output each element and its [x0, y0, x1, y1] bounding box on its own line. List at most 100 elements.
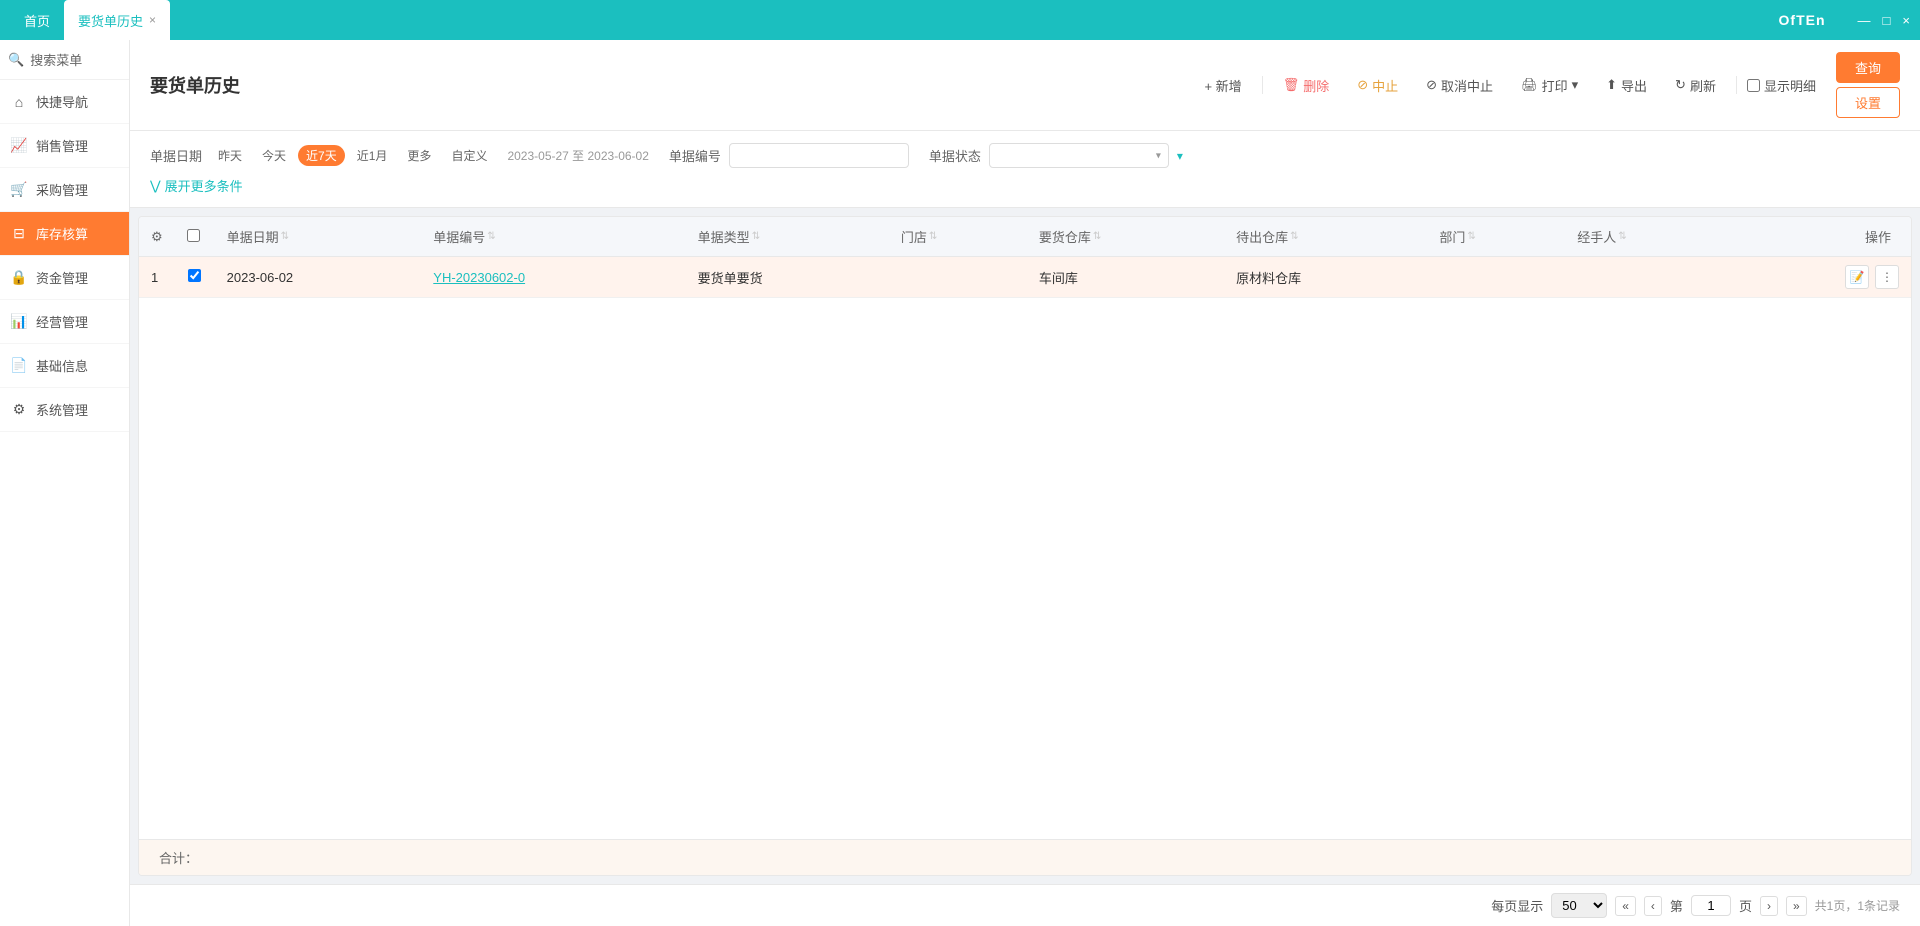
- new-button[interactable]: + 新增: [1194, 71, 1251, 100]
- custom-shortcut[interactable]: 自定义: [443, 145, 495, 166]
- page-size-select[interactable]: 50 10 20 100: [1551, 893, 1607, 918]
- sidebar-item-system-mgmt[interactable]: ⚙ 系统管理: [0, 388, 129, 432]
- td-doc-number[interactable]: YH-20230602-0: [421, 257, 685, 298]
- window-controls: OfTEn — □ ×: [1779, 12, 1910, 28]
- sidebar-item-label: 采购管理: [36, 180, 88, 199]
- status-select-wrap: [989, 143, 1169, 168]
- td-doc-date: 2023-06-02: [215, 257, 422, 298]
- doc-number-input[interactable]: [729, 143, 909, 168]
- sidebar-item-sales-mgmt[interactable]: 📈 销售管理: [0, 124, 129, 168]
- th-pending-warehouse: 待出仓库: [1224, 217, 1427, 257]
- gear-icon[interactable]: ⚙: [151, 229, 163, 244]
- page-title: 要货单历史: [150, 72, 240, 98]
- td-num: 1: [139, 257, 175, 298]
- sort-req-warehouse[interactable]: 要货仓库: [1039, 227, 1212, 246]
- page-size-label: 每页显示: [1491, 896, 1543, 915]
- search-label: 搜索菜单: [30, 50, 82, 69]
- toolbar: + 新增 🗑 删除 ⊘ 中止 ⊘ 取消中止 🖨 打印 ▾: [1194, 52, 1900, 118]
- sort-doc-type[interactable]: 单据类型: [698, 227, 877, 246]
- brand-label: OfTEn: [1779, 12, 1826, 28]
- sidebar-item-finance-mgmt[interactable]: 🔒 资金管理: [0, 256, 129, 300]
- more-shortcut[interactable]: 更多: [399, 145, 439, 166]
- sidebar-item-quick-nav[interactable]: ⌂ 快捷导航: [0, 80, 129, 124]
- sort-store[interactable]: 门店: [901, 227, 1015, 246]
- prev-page-btn[interactable]: ‹: [1644, 896, 1662, 916]
- row-checkbox[interactable]: [188, 269, 201, 282]
- sidebar-item-ops-mgmt[interactable]: 📊 经营管理: [0, 300, 129, 344]
- window-close-btn[interactable]: ×: [1902, 13, 1910, 28]
- sort-department[interactable]: 部门: [1439, 227, 1553, 246]
- yesterday-shortcut[interactable]: 昨天: [210, 145, 250, 166]
- pagination: 每页显示 50 10 20 100 « ‹ 第 页 › » 共1页，1条记录: [130, 884, 1920, 926]
- td-doc-type: 要货单要货: [686, 257, 889, 298]
- expand-label: 展开更多条件: [165, 176, 243, 195]
- doc-number-label: 单据编号: [669, 146, 721, 165]
- sidebar-item-inventory[interactable]: ⊟ 库存核算: [0, 212, 129, 256]
- th-doc-type: 单据类型: [686, 217, 889, 257]
- delete-icon: 🗑: [1283, 77, 1300, 93]
- row-more-btn[interactable]: ⋮: [1875, 265, 1899, 289]
- display-detail-checkbox[interactable]: [1747, 79, 1760, 92]
- home-icon: ⌂: [10, 94, 28, 110]
- page-input-prefix: 第: [1670, 896, 1683, 915]
- window-min-btn[interactable]: —: [1858, 13, 1871, 28]
- tab-requisition-history[interactable]: 要货单历史 ×: [64, 0, 170, 40]
- setting-button[interactable]: 设置: [1836, 87, 1900, 118]
- sidebar-item-label: 经营管理: [36, 312, 88, 331]
- sidebar-item-label: 系统管理: [36, 400, 88, 419]
- print-button[interactable]: 🖨 打印 ▾: [1511, 71, 1588, 100]
- last-page-btn[interactable]: »: [1786, 896, 1807, 916]
- delete-button[interactable]: 🗑 删除: [1273, 71, 1340, 100]
- print-dropdown-icon: ▾: [1572, 77, 1579, 93]
- filter-area: 单据日期 昨天 今天 近7天 近1月 更多 自定义 2023-05-27 至 2…: [130, 131, 1920, 208]
- window-max-btn[interactable]: □: [1883, 13, 1891, 28]
- date-filter-group: 单据日期 昨天 今天 近7天 近1月 更多 自定义 2023-05-27 至 2…: [150, 145, 649, 166]
- page-number-input[interactable]: [1691, 895, 1731, 916]
- finance-icon: 🔒: [10, 269, 28, 286]
- table-empty-space: [139, 298, 1911, 839]
- sales-icon: 📈: [10, 137, 28, 154]
- sidebar-item-label: 快捷导航: [36, 92, 88, 111]
- cancel-stop-button[interactable]: ⊘ 取消中止: [1416, 71, 1503, 100]
- last-month-shortcut[interactable]: 近1月: [349, 145, 396, 166]
- sidebar-search[interactable]: 🔍 搜索菜单: [0, 40, 129, 80]
- sort-doc-number[interactable]: 单据编号: [433, 227, 673, 246]
- row-edit-btn[interactable]: 📝: [1845, 265, 1869, 289]
- th-handler: 经手人: [1565, 217, 1733, 257]
- action-btns: 📝 ⋮: [1745, 265, 1899, 289]
- query-button[interactable]: 查询: [1836, 52, 1900, 83]
- tab-home[interactable]: 首页: [10, 0, 64, 40]
- table-row: 1 2023-06-02 YH-20230602-0 要货单要货 车间库 原材料…: [139, 257, 1911, 298]
- sort-doc-date[interactable]: 单据日期: [227, 227, 410, 246]
- display-detail-label: 显示明细: [1747, 76, 1816, 95]
- next-page-btn[interactable]: ›: [1760, 896, 1778, 916]
- total-info: 共1页，1条记录: [1815, 897, 1900, 914]
- first-page-btn[interactable]: «: [1615, 896, 1636, 916]
- stop-button[interactable]: ⊘ 中止: [1347, 71, 1408, 100]
- date-range-display: 2023-05-27 至 2023-06-02: [507, 147, 648, 164]
- stop-icon: ⊘: [1357, 77, 1368, 93]
- status-label: 单据状态: [929, 146, 981, 165]
- th-gear: ⚙: [139, 217, 175, 257]
- cancel-stop-icon: ⊘: [1426, 77, 1437, 93]
- sidebar-item-purchase-mgmt[interactable]: 🛒 采购管理: [0, 168, 129, 212]
- sort-pending-warehouse[interactable]: 待出仓库: [1236, 227, 1415, 246]
- sort-handler[interactable]: 经手人: [1577, 227, 1721, 246]
- print-icon: 🖨: [1521, 77, 1538, 93]
- sidebar-item-basic-info[interactable]: 📄 基础信息: [0, 344, 129, 388]
- today-shortcut[interactable]: 今天: [254, 145, 294, 166]
- th-doc-date: 单据日期: [215, 217, 422, 257]
- status-dropdown-icon[interactable]: ▾: [1177, 149, 1183, 163]
- th-store: 门店: [889, 217, 1027, 257]
- expand-icon: ⋁: [150, 178, 161, 194]
- select-all-checkbox[interactable]: [187, 229, 200, 242]
- basic-info-icon: 📄: [10, 357, 28, 374]
- refresh-button[interactable]: ↻ 刷新: [1665, 71, 1726, 100]
- doc-number-link[interactable]: YH-20230602-0: [433, 270, 525, 285]
- tab-close-icon[interactable]: ×: [149, 13, 156, 27]
- export-button[interactable]: ⬆ 导出: [1596, 71, 1657, 100]
- status-select[interactable]: [989, 143, 1169, 168]
- table-wrap: ⚙ 单据日期 单据编号 单据类型: [138, 216, 1912, 876]
- expand-more-btn[interactable]: ⋁ 展开更多条件: [150, 176, 1900, 195]
- last7days-shortcut[interactable]: 近7天: [298, 145, 345, 166]
